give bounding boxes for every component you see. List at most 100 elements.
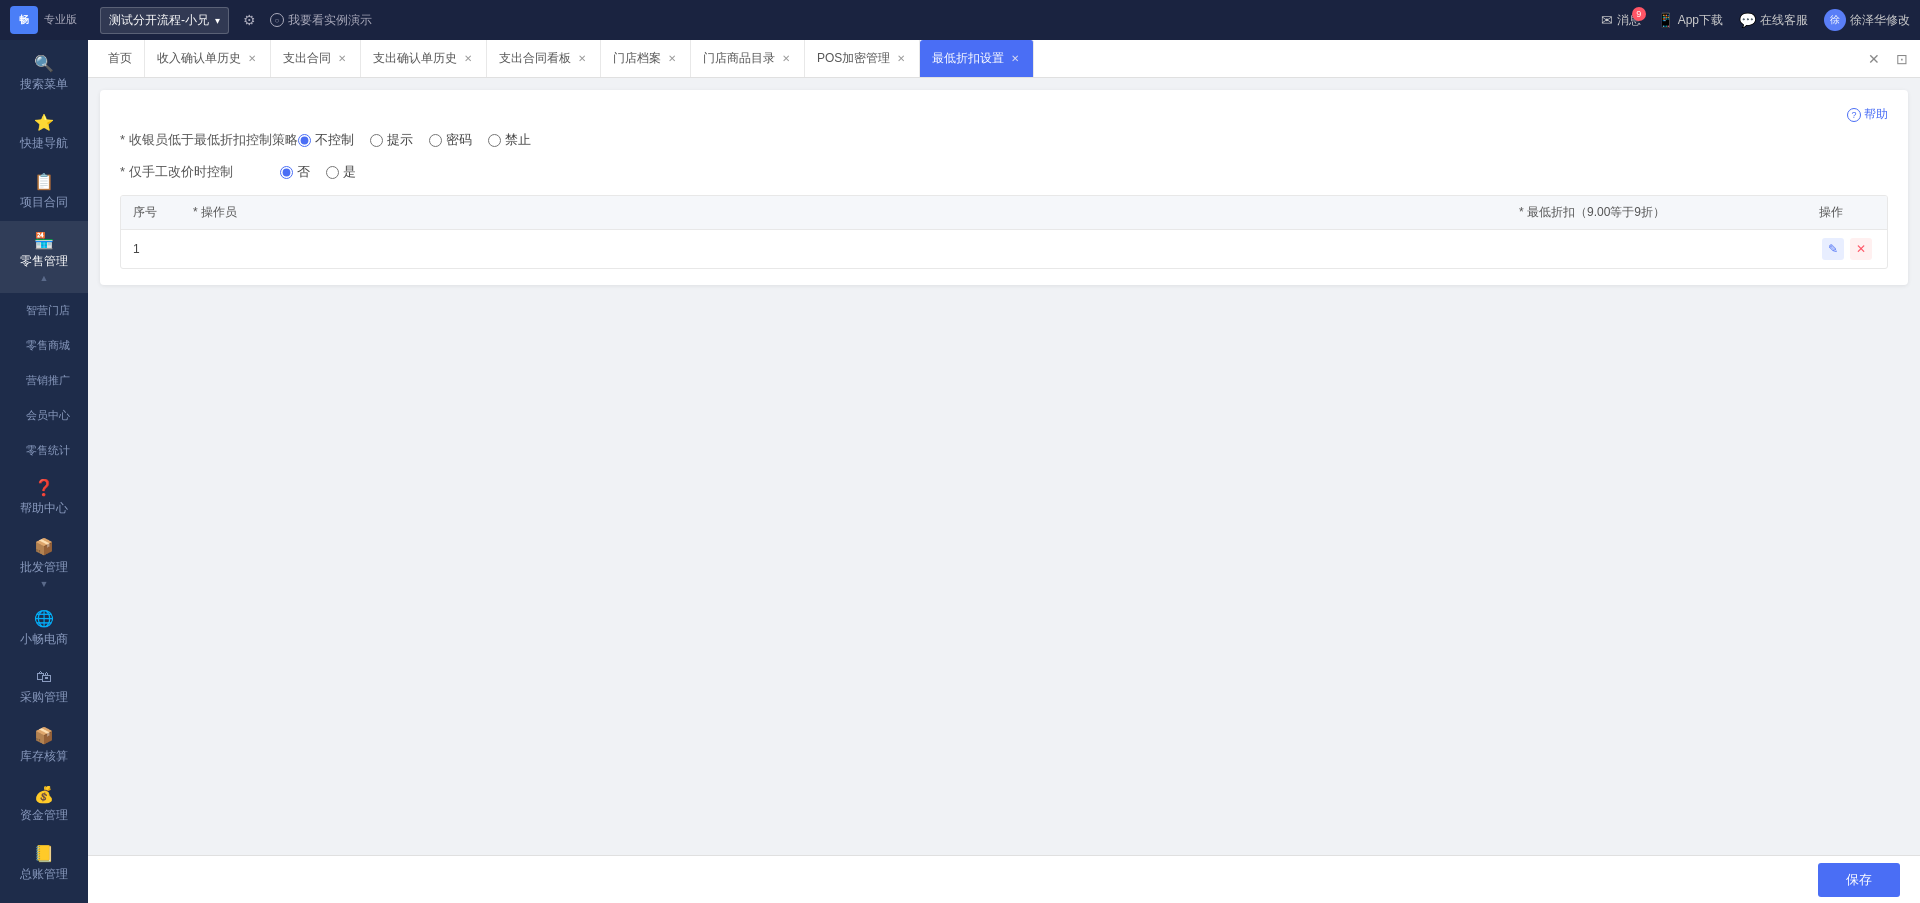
cell-min-discount (1507, 230, 1807, 269)
cell-actions: ✎ ✕ (1807, 230, 1887, 269)
message-button[interactable]: ✉ 消息 9 (1601, 12, 1641, 29)
col-header-min-discount: * 最低折扣（9.00等于9折） (1507, 196, 1807, 230)
app-download-button[interactable]: 📱 App下载 (1657, 12, 1723, 29)
app-logo: 畅 专业版 (10, 6, 90, 34)
sidebar-item-quick-nav[interactable]: ⭐ 快捷导航 (0, 103, 88, 162)
sidebar-item-finance[interactable]: 💰 资金管理 (0, 775, 88, 834)
save-button[interactable]: 保存 (1818, 863, 1900, 897)
sidebar: 🔍 搜索菜单 ⭐ 快捷导航 📋 项目合同 🏪 零售管理 ▲ 智营门店 零售商城 … (0, 40, 88, 903)
policy-form-row: * 收银员低于最低折扣控制策略 不控制 提示 密码 (120, 131, 1888, 149)
online-service-button[interactable]: 💬 在线客服 (1739, 12, 1808, 29)
content-area: 首页 收入确认单历史 ✕ 支出合同 ✕ 支出确认单历史 ✕ 支出合同看板 ✕ 门… (88, 40, 1920, 903)
settings-card: ? 帮助 * 收银员低于最低折扣控制策略 不控制 (100, 90, 1908, 285)
policy-radio-no-control[interactable]: 不控制 (298, 131, 354, 149)
circle-icon: ○ (270, 13, 284, 27)
app-download-icon: 📱 (1657, 12, 1674, 28)
tab-pos-password[interactable]: POS加密管理 ✕ (805, 40, 920, 78)
delete-row-button[interactable]: ✕ (1850, 238, 1872, 260)
message-icon: ✉ (1601, 12, 1613, 28)
question-icon: ? (1847, 108, 1861, 122)
main-layout: 🔍 搜索菜单 ⭐ 快捷导航 📋 项目合同 🏪 零售管理 ▲ 智营门店 零售商城 … (0, 40, 1920, 903)
topbar: 畅 专业版 测试分开流程-小兄 ▾ ⚙ ○ 我要看实例演示 ✉ 消息 9 📱 A… (0, 0, 1920, 40)
star-icon: ⭐ (34, 113, 54, 132)
tab-expand[interactable]: ⊡ (1892, 49, 1912, 69)
manual-radio-no[interactable]: 否 (280, 163, 310, 181)
logo-text: 专业版 (44, 13, 77, 26)
sidebar-item-retail-mall[interactable]: 零售商城 (0, 328, 88, 363)
sidebar-item-ecommerce[interactable]: 🌐 小畅电商 (0, 599, 88, 658)
edit-row-button[interactable]: ✎ (1822, 238, 1844, 260)
policy-radio-password[interactable]: 密码 (429, 131, 472, 149)
sidebar-item-smart-store[interactable]: 智营门店 (0, 293, 88, 328)
tab-close-store-archive[interactable]: ✕ (666, 53, 678, 64)
tab-payment-confirm-history[interactable]: 支出确认单历史 ✕ (361, 40, 487, 78)
col-header-actions: 操作 (1807, 196, 1887, 230)
message-badge: 9 (1632, 7, 1646, 21)
logo-icon: 畅 (10, 6, 38, 34)
sidebar-item-wholesale-mgmt[interactable]: 📦 批发管理 ▼ (0, 527, 88, 599)
row-action-btns: ✎ ✕ (1819, 238, 1875, 260)
wholesale-icon: 📦 (34, 537, 54, 556)
page-content: ? 帮助 * 收银员低于最低折扣控制策略 不控制 (88, 78, 1920, 855)
user-info[interactable]: 徐 徐泽华修改 (1824, 9, 1910, 31)
tab-payment-contract-view[interactable]: 支出合同看板 ✕ (487, 40, 601, 78)
sidebar-item-retail-mgmt[interactable]: 🏪 零售管理 ▲ (0, 221, 88, 293)
inventory-icon: 📦 (34, 726, 54, 745)
settings-icon[interactable]: ⚙ (237, 10, 262, 30)
discount-table: 序号 * 操作员 * 最低折扣（9.00等于9折） 操作 (121, 196, 1887, 268)
col-header-seq: 序号 (121, 196, 181, 230)
policy-radio-forbid[interactable]: 禁止 (488, 131, 531, 149)
project-selector[interactable]: 测试分开流程-小兄 ▾ (100, 7, 229, 34)
tab-store-archive[interactable]: 门店档案 ✕ (601, 40, 691, 78)
cell-operator (181, 230, 1507, 269)
sidebar-item-help-center[interactable]: ❓ 帮助中心 (0, 468, 88, 527)
purchase-icon: 🛍 (36, 668, 52, 686)
policy-radio-hint[interactable]: 提示 (370, 131, 413, 149)
chevron-down-icon: ▼ (40, 579, 49, 589)
sidebar-item-inventory[interactable]: 📦 库存核算 (0, 716, 88, 775)
topbar-project: 测试分开流程-小兄 ▾ ⚙ ○ 我要看实例演示 (100, 7, 1591, 34)
ecommerce-icon: 🌐 (34, 609, 54, 628)
help-link[interactable]: ? 帮助 (1847, 106, 1888, 123)
discount-table-wrapper: 序号 * 操作员 * 最低折扣（9.00等于9折） 操作 (120, 195, 1888, 269)
manual-radio-group: 否 是 (280, 163, 356, 181)
tab-income-history[interactable]: 收入确认单历史 ✕ (145, 40, 271, 78)
tab-close-income-history[interactable]: ✕ (246, 53, 258, 64)
tab-close-pos-password[interactable]: ✕ (895, 53, 907, 64)
tab-close-payment-contract[interactable]: ✕ (336, 53, 348, 64)
policy-label: * 收银员低于最低折扣控制策略 (120, 131, 298, 149)
demo-link[interactable]: ○ 我要看实例演示 (270, 12, 372, 29)
sidebar-item-purchase-mgmt[interactable]: 🛍 采购管理 (0, 658, 88, 716)
manual-form-row: * 仅手工改价时控制 否 是 (120, 163, 1888, 181)
manual-label: * 仅手工改价时控制 (120, 163, 280, 181)
tab-home[interactable]: 首页 (96, 40, 145, 78)
tab-close-payment-contract-view[interactable]: ✕ (576, 53, 588, 64)
avatar: 徐 (1824, 9, 1846, 31)
manual-radio-yes[interactable]: 是 (326, 163, 356, 181)
finance-icon: 💰 (34, 785, 54, 804)
retail-icon: 🏪 (34, 231, 54, 250)
sidebar-item-marketing[interactable]: 营销推广 (0, 363, 88, 398)
cell-seq: 1 (121, 230, 181, 269)
tab-store-product-catalog[interactable]: 门店商品目录 ✕ (691, 40, 805, 78)
table-header-row: 序号 * 操作员 * 最低折扣（9.00等于9折） 操作 (121, 196, 1887, 230)
ledger-icon: 📒 (34, 844, 54, 863)
sidebar-item-project-contract[interactable]: 📋 项目合同 (0, 162, 88, 221)
sidebar-item-retail-stats[interactable]: 零售统计 (0, 433, 88, 468)
tab-min-discount[interactable]: 最低折扣设置 ✕ (920, 40, 1034, 78)
tab-close-min-discount[interactable]: ✕ (1009, 53, 1021, 64)
sidebar-item-search[interactable]: 🔍 搜索菜单 (0, 44, 88, 103)
chevron-up-icon: ▲ (40, 273, 49, 283)
sidebar-item-ledger[interactable]: 📒 总账管理 (0, 834, 88, 893)
tab-bar: 首页 收入确认单历史 ✕ 支出合同 ✕ 支出确认单历史 ✕ 支出合同看板 ✕ 门… (88, 40, 1920, 78)
policy-radio-group: 不控制 提示 密码 禁止 (298, 131, 531, 149)
tab-close-store-product-catalog[interactable]: ✕ (780, 53, 792, 64)
tab-close-payment-confirm-history[interactable]: ✕ (462, 53, 474, 64)
sidebar-item-invoice[interactable]: 🧾 发票管理 (0, 893, 88, 903)
help-icon: ❓ (34, 478, 54, 497)
tab-close-all[interactable]: ✕ (1864, 49, 1884, 69)
sidebar-item-member-center[interactable]: 会员中心 (0, 398, 88, 433)
chevron-down-icon: ▾ (215, 15, 220, 26)
search-icon: 🔍 (34, 54, 54, 73)
tab-payment-contract[interactable]: 支出合同 ✕ (271, 40, 361, 78)
